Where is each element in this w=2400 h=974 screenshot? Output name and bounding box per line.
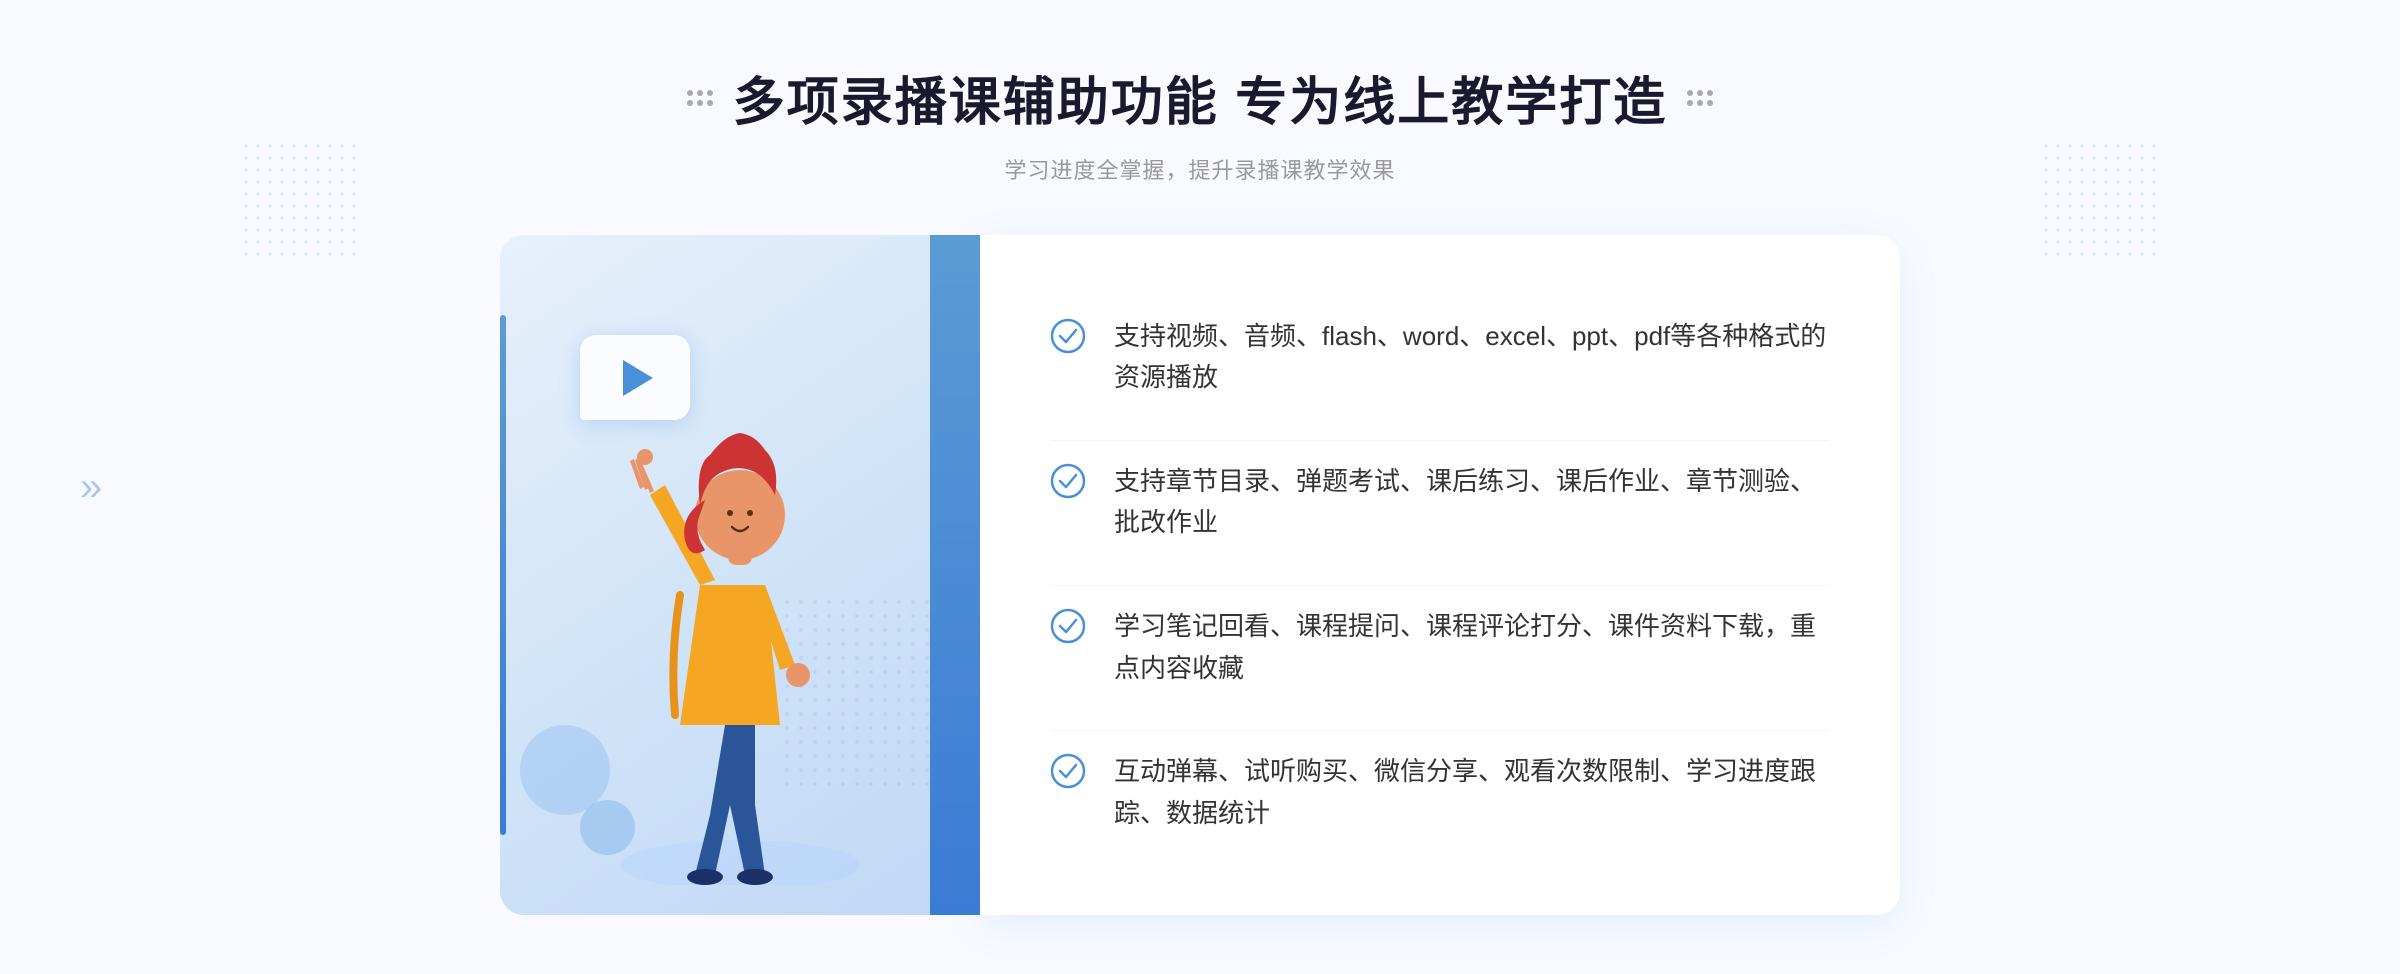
- deco-arrows-left: »: [80, 467, 102, 507]
- check-icon-1: [1050, 318, 1086, 354]
- deco-dot-top-right: [2040, 140, 2160, 260]
- check-icon-3: [1050, 608, 1086, 644]
- sub-title: 学习进度全掌握，提升录播课教学效果: [1004, 153, 1395, 185]
- deco-dots-left: [687, 90, 713, 106]
- features-area: 支持视频、音频、flash、word、excel、ppt、pdf等各种格式的资源…: [980, 235, 1900, 915]
- header-section: 多项录播课辅助功能 专为线上教学打造 学习进度全掌握，提升录播课教学效果: [687, 60, 1713, 185]
- deco-circle-2: [580, 800, 635, 855]
- check-icon-4: [1050, 753, 1086, 789]
- illustration-area: [500, 235, 980, 915]
- feature-text-4: 互动弹幕、试听购买、微信分享、观看次数限制、学习进度跟踪、数据统计: [1114, 751, 1830, 834]
- blue-stripe: [930, 235, 980, 915]
- feature-item-1: 支持视频、音频、flash、word、excel、ppt、pdf等各种格式的资源…: [1050, 296, 1830, 419]
- content-wrapper: 支持视频、音频、flash、word、excel、ppt、pdf等各种格式的资源…: [500, 235, 1900, 915]
- left-accent-bar: [500, 315, 506, 835]
- feature-text-1: 支持视频、音频、flash、word、excel、ppt、pdf等各种格式的资源…: [1114, 316, 1830, 399]
- feature-item-3: 学习笔记回看、课程提问、课程评论打分、课件资料下载，重点内容收藏: [1050, 585, 1830, 709]
- check-icon-2: [1050, 463, 1086, 499]
- feature-text-2: 支持章节目录、弹题考试、课后练习、课后作业、章节测验、批改作业: [1114, 461, 1830, 544]
- title-row: 多项录播课辅助功能 专为线上教学打造: [687, 60, 1713, 135]
- deco-dot-top-left: [240, 140, 360, 260]
- page-container: » 多项录播课辅助功能 专为线上教学打造 学习进度全掌握，提升录播课教学效果: [0, 0, 2400, 974]
- feature-text-3: 学习笔记回看、课程提问、课程评论打分、课件资料下载，重点内容收藏: [1114, 606, 1830, 689]
- main-title: 多项录播课辅助功能 专为线上教学打造: [733, 60, 1667, 135]
- feature-item-4: 互动弹幕、试听购买、微信分享、观看次数限制、学习进度跟踪、数据统计: [1050, 730, 1830, 854]
- deco-dots-right: [1687, 90, 1713, 106]
- feature-item-2: 支持章节目录、弹题考试、课后练习、课后作业、章节测验、批改作业: [1050, 440, 1830, 564]
